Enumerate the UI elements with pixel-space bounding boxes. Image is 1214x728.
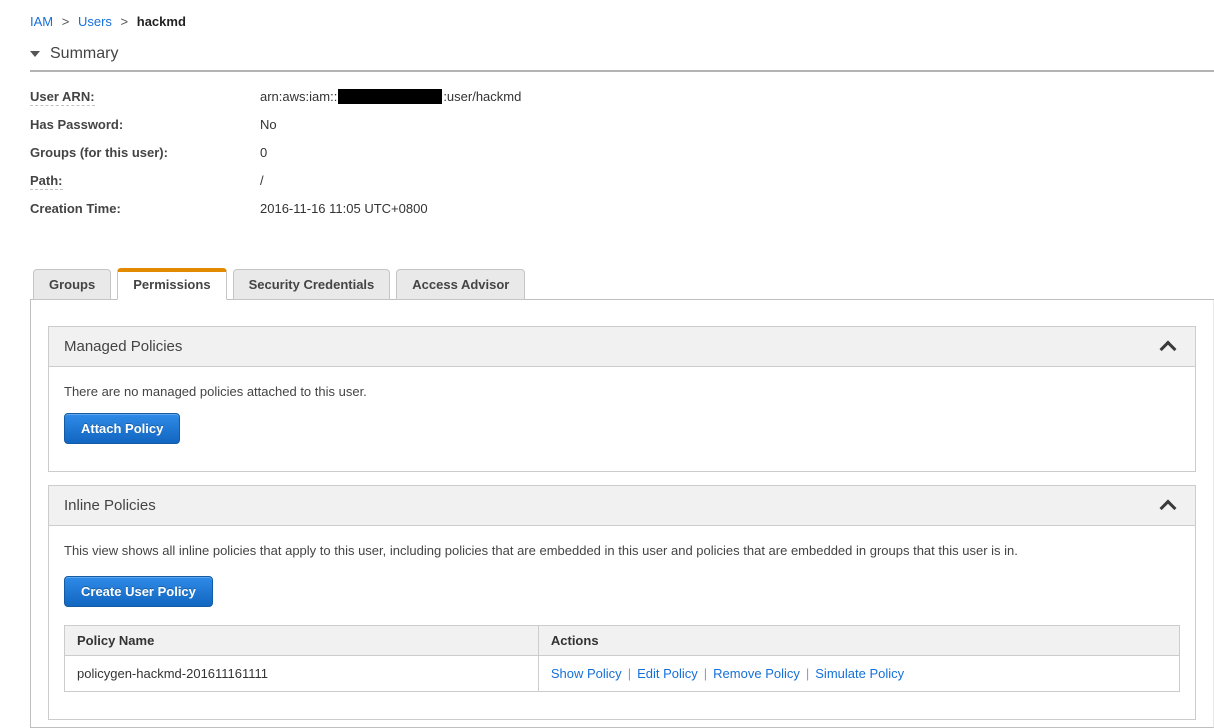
breadcrumb-separator: > (61, 14, 70, 29)
managed-policies-section: Managed Policies There are no managed po… (48, 326, 1196, 473)
chevron-up-icon[interactable] (1159, 499, 1177, 517)
managed-policies-header[interactable]: Managed Policies (49, 327, 1195, 368)
table-row: policygen-hackmd-201611161111 Show Polic… (64, 655, 1181, 693)
action-separator: | (805, 666, 810, 682)
show-policy-link[interactable]: Show Policy (551, 666, 622, 681)
has-password-label-text: Has Password: (30, 117, 124, 133)
field-value-user-arn: arn:aws:iam:::user/hackmd (260, 88, 521, 106)
breadcrumb-separator: > (120, 14, 129, 29)
summary-fields: User ARN: arn:aws:iam:::user/hackmd Has … (30, 88, 1214, 218)
groups-label-text: Groups (for this user): (30, 145, 168, 161)
remove-policy-link[interactable]: Remove Policy (713, 666, 800, 681)
field-row-has-password: Has Password: No (30, 116, 1214, 134)
field-row-creation-time: Creation Time: 2016-11-16 11:05 UTC+0800 (30, 200, 1214, 218)
action-separator: | (703, 666, 708, 682)
user-arn-label-text: User ARN: (30, 89, 95, 106)
field-row-user-arn: User ARN: arn:aws:iam:::user/hackmd (30, 88, 1214, 106)
inline-policies-section: Inline Policies This view shows all inli… (48, 485, 1196, 721)
tab-permissions[interactable]: Permissions (117, 268, 227, 301)
field-value-groups: 0 (260, 145, 268, 161)
field-value-has-password: No (260, 117, 277, 133)
create-user-policy-button[interactable]: Create User Policy (64, 576, 213, 608)
arn-suffix-text: :user/hackmd (443, 89, 522, 104)
inline-policies-title: Inline Policies (64, 497, 156, 515)
redacted-account-id-box (338, 89, 443, 105)
permissions-tab-panel: Managed Policies There are no managed po… (30, 300, 1214, 728)
creation-time-label-text: Creation Time: (30, 201, 121, 217)
tab-access-advisor[interactable]: Access Advisor (396, 269, 526, 301)
field-label-creation-time: Creation Time: (30, 200, 260, 218)
policy-name-cell: policygen-hackmd-201611161111 (64, 655, 539, 693)
breadcrumb-current-user: hackmd (136, 14, 186, 29)
iam-user-detail-page: IAM > Users > hackmd Summary User ARN: a… (0, 0, 1214, 728)
column-header-actions: Actions (537, 625, 1181, 657)
inline-policies-body: This view shows all inline policies that… (49, 526, 1195, 719)
inline-policies-table: Policy Name Actions policygen-hackmd-201… (64, 625, 1181, 693)
field-row-groups: Groups (for this user): 0 (30, 144, 1214, 162)
field-label-user-arn: User ARN: (30, 88, 260, 106)
inline-policies-description: This view shows all inline policies that… (64, 543, 1018, 559)
managed-policies-empty-text: There are no managed policies attached t… (64, 384, 367, 400)
field-label-groups: Groups (for this user): (30, 144, 260, 162)
tab-groups[interactable]: Groups (33, 269, 112, 301)
table-header-row: Policy Name Actions (64, 625, 1181, 657)
action-separator: | (627, 666, 632, 682)
field-row-path: Path: / (30, 172, 1214, 191)
field-label-has-password: Has Password: (30, 116, 260, 134)
column-header-policy-name: Policy Name (64, 625, 539, 657)
collapse-triangle-icon (30, 51, 40, 57)
managed-policies-title: Managed Policies (64, 338, 183, 356)
tab-security-credentials[interactable]: Security Credentials (232, 269, 391, 301)
breadcrumb-link-iam[interactable]: IAM (30, 14, 53, 29)
summary-title: Summary (50, 45, 119, 62)
actions-cell: Show Policy | Edit Policy | Remove Policy | Si… (537, 655, 1181, 693)
tab-strip: Groups Permissions Security Credentials … (30, 268, 1214, 301)
arn-prefix-text: arn:aws:iam:: (260, 89, 338, 104)
managed-policies-body: There are no managed policies attached t… (49, 367, 1195, 471)
path-label-text: Path: (30, 173, 63, 191)
attach-policy-button[interactable]: Attach Policy (64, 413, 181, 445)
chevron-up-icon[interactable] (1159, 340, 1177, 358)
summary-divider (30, 70, 1214, 72)
simulate-policy-link[interactable]: Simulate Policy (815, 666, 904, 681)
breadcrumb-link-users[interactable]: Users (78, 14, 112, 29)
field-value-path: / (260, 173, 264, 189)
summary-section-toggle[interactable]: Summary (30, 45, 1214, 63)
inline-policies-header[interactable]: Inline Policies (49, 486, 1195, 527)
edit-policy-link[interactable]: Edit Policy (637, 666, 698, 681)
field-value-creation-time: 2016-11-16 11:05 UTC+0800 (260, 201, 428, 217)
breadcrumb: IAM > Users > hackmd (30, 14, 1214, 29)
field-label-path: Path: (30, 172, 260, 191)
